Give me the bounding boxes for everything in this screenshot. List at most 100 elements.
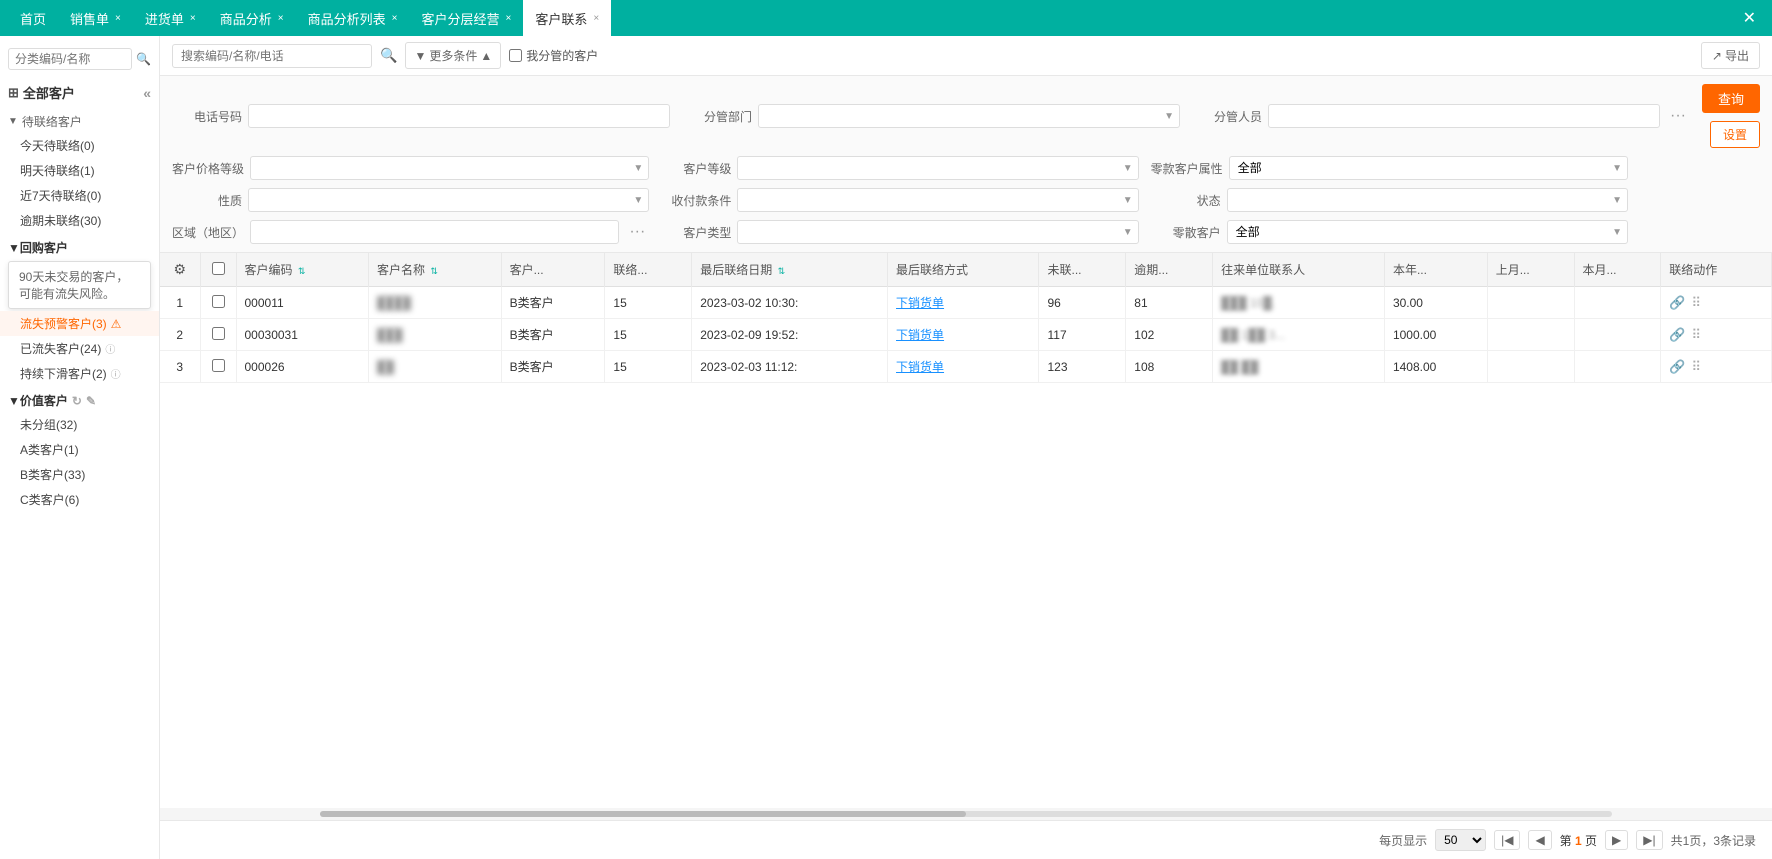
sidebar-item-today[interactable]: 今天待联络(0) [0,133,159,158]
cell-seq: 3 [160,351,200,383]
action-more-icon[interactable]: ⠿ [1691,327,1701,343]
last-page-button[interactable]: ▶| [1636,830,1662,850]
sidebar-search-input[interactable] [8,48,132,70]
prev-page-button[interactable]: ◀ [1528,830,1551,850]
table-settings-gear[interactable]: ⚙ [173,261,186,277]
tab-customer-mgmt[interactable]: 客户分层经营 × [409,0,523,36]
col-checkbox-all[interactable] [200,253,236,287]
filter-select-retail-attr[interactable]: 全部 [1229,156,1628,180]
cell-unit-contacts: ██ 1██ 3... [1213,319,1385,351]
filter-field-retail-customer: 零散客户 全部 ▼ [1151,220,1628,244]
filter-select-payment[interactable] [737,188,1138,212]
tab-analysis-list[interactable]: 商品分析列表 × [296,0,410,36]
contact-method-link[interactable]: 下销货单 [896,328,944,342]
filter-field-status: 状态 ▼ [1151,188,1628,212]
my-customers-checkbox[interactable] [509,49,522,62]
filter-input-region[interactable] [250,220,619,244]
tab-close-purchase[interactable]: × [190,13,196,24]
cell-checkbox[interactable] [200,351,236,383]
sidebar-item-declining[interactable]: 持续下滑客户(2) ⓘ [0,361,159,386]
arrow-icon: ▼ [8,116,18,127]
more-dots-region[interactable]: ··· [625,223,649,241]
query-button[interactable]: 查询 [1702,84,1760,113]
cell-code: 000011 [236,287,369,319]
sidebar-section-value-header: ▼ 价值客户 ↻ ✎ [0,386,159,412]
my-customers-checkbox-label[interactable]: 我分管的客户 [509,47,598,64]
filter-select-status[interactable] [1227,188,1628,212]
sort-code-icon[interactable]: ⇅ [298,266,306,276]
action-link-icon[interactable]: 🔗 [1669,359,1685,375]
col-customer-code: 客户编码 ⇅ [236,253,369,287]
filter-select-customer-level[interactable] [737,156,1138,180]
cell-category: B类客户 [501,287,605,319]
tab-close-sales[interactable]: × [115,13,121,24]
export-button[interactable]: ↗ 导出 [1701,42,1760,69]
tab-close-analysis-list[interactable]: × [392,13,398,24]
cell-checkbox[interactable] [200,287,236,319]
action-link-icon[interactable]: 🔗 [1669,295,1685,311]
filter-input-phone[interactable] [248,104,670,128]
action-link-icon[interactable]: 🔗 [1669,327,1685,343]
col-this-year: 本年... [1384,253,1487,287]
sidebar-section-repurchase-header: ▼ 回购客户 [0,233,159,259]
sidebar-all-customers[interactable]: ⊞ 全部客户 « [0,78,159,107]
contact-method-link[interactable]: 下销货单 [896,296,944,310]
more-dots-person[interactable]: ··· [1666,107,1690,125]
action-more-icon[interactable]: ⠿ [1691,359,1701,375]
tab-close-analysis[interactable]: × [278,13,284,24]
filter-select-customer-type[interactable] [737,220,1138,244]
filter-field-person: 分管人员 ··· [1192,104,1690,128]
tab-purchase[interactable]: 进货单 × [133,0,208,36]
page-size-select[interactable]: 50 100 [1435,829,1486,851]
filter-input-person[interactable] [1268,104,1660,128]
select-all-checkbox[interactable] [212,262,225,275]
tab-home[interactable]: 首页 [8,0,58,36]
window-close-button[interactable]: ✕ [1735,8,1764,28]
sidebar-item-tomorrow[interactable]: 明天待联络(1) [0,158,159,183]
cell-seq: 2 [160,319,200,351]
filter-select-dept[interactable] [758,104,1180,128]
cell-checkbox[interactable] [200,319,236,351]
grid-icon: ⊞ [8,85,19,101]
tab-sales[interactable]: 销售单 × [58,0,133,36]
sidebar-item-class-a[interactable]: A类客户(1) [0,437,159,462]
sidebar-item-7days[interactable]: 近7天待联络(0) [0,183,159,208]
chevron-down-icon: ▲ [480,49,492,63]
scrollbar-thumb[interactable] [320,811,966,817]
cell-code: 000026 [236,351,369,383]
filter-select-retail-customer[interactable]: 全部 [1227,220,1628,244]
sidebar-item-overdue[interactable]: 逾期未联络(30) [0,208,159,233]
contact-method-link[interactable]: 下销货单 [896,360,944,374]
sidebar-collapse-btn[interactable]: « [143,85,151,101]
filter-select-nature[interactable] [248,188,649,212]
sort-date-icon[interactable]: ⇅ [778,266,786,276]
sidebar-item-unclassified[interactable]: 未分组(32) [0,412,159,437]
cell-unit-contacts: ███ 10█. [1213,287,1385,319]
sidebar-item-class-c[interactable]: C类客户(6) [0,487,159,512]
sidebar-item-churned[interactable]: 已流失客户(24) ⓘ [0,336,159,361]
tab-close-customer-mgmt[interactable]: × [505,13,511,24]
tab-close-customer-contact[interactable]: × [593,13,599,24]
filter-row-1: 电话号码 分管部门 ▼ 分管人员 ··· [172,84,1760,148]
more-conditions-button[interactable]: ▼ 更多条件 ▲ [405,42,501,69]
settings-button[interactable]: 设置 [1710,121,1760,148]
tab-analysis[interactable]: 商品分析 × [208,0,296,36]
sidebar-section-pending[interactable]: ▼ 待联络客户 [0,107,159,133]
cell-last-month [1487,319,1574,351]
edit-icon[interactable]: ✎ [86,394,96,408]
search-button[interactable]: 🔍 [380,47,397,64]
sidebar-item-churn-warning[interactable]: 流失预警客户(3) ⚠ [0,311,159,336]
refresh-icon[interactable]: ↻ [72,394,82,408]
sidebar-search-icon[interactable]: 🔍 [136,52,151,66]
sort-name-icon[interactable]: ⇅ [430,266,438,276]
filter-label-person: 分管人员 [1192,108,1262,125]
search-input[interactable] [172,44,372,68]
horizontal-scrollbar[interactable] [160,808,1772,820]
action-more-icon[interactable]: ⠿ [1691,295,1701,311]
first-page-button[interactable]: |◀ [1494,830,1520,850]
filter-select-price-level[interactable] [250,156,649,180]
filter-label-price-level: 客户价格等级 [172,160,244,177]
sidebar-item-class-b[interactable]: B类客户(33) [0,462,159,487]
next-page-button[interactable]: ▶ [1605,830,1628,850]
tab-customer-contact[interactable]: 客户联系 × [523,0,611,36]
